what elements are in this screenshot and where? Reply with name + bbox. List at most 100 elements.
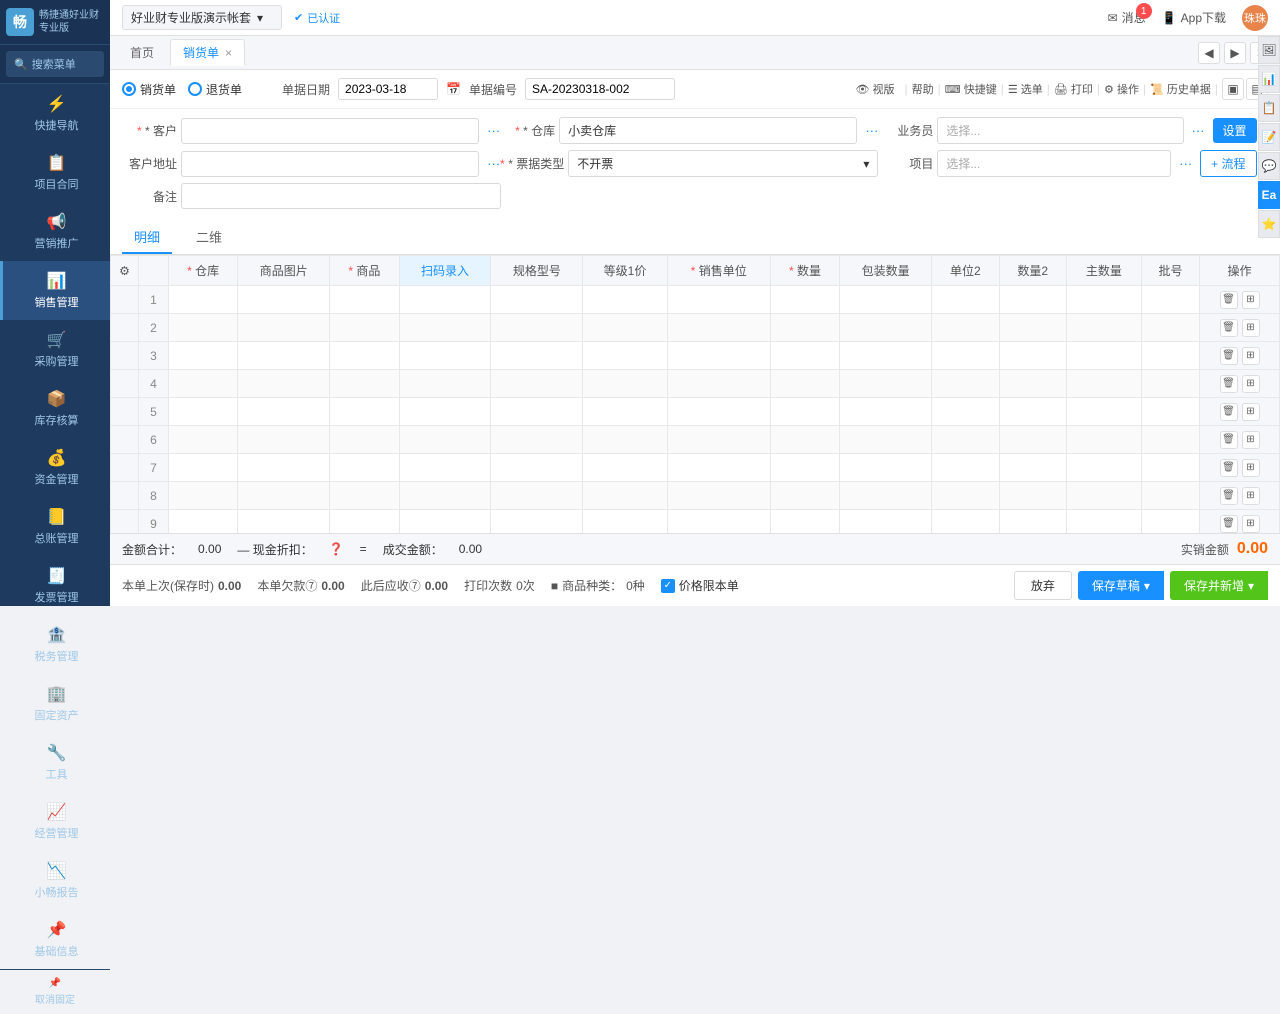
row-price1-2[interactable] [583, 314, 667, 342]
row-main-qty-9[interactable] [1066, 510, 1141, 534]
right-panel-btn-7[interactable]: ⭐ [1258, 210, 1280, 238]
view-button[interactable]: 视版 [849, 79, 900, 99]
price-check-checkbox[interactable]: ✓ [661, 579, 675, 593]
save-draft-button[interactable]: 保存草稿 ▾ [1078, 571, 1164, 600]
row-batch-2[interactable] [1141, 314, 1199, 342]
row-quantity-6[interactable] [770, 426, 839, 454]
row-sale-unit-2[interactable] [667, 314, 770, 342]
row-price1-4[interactable] [583, 370, 667, 398]
row-pack-qty-1[interactable] [840, 286, 932, 314]
right-panel-btn-4[interactable]: 📝 [1258, 123, 1280, 151]
sidebar-item-purchase[interactable]: 🛒 采购管理 [0, 320, 110, 379]
right-panel-btn-3[interactable]: 📋 [1258, 94, 1280, 122]
sidebar-item-tax[interactable]: 🏦 税务管理 [0, 615, 110, 674]
col-batch-entry[interactable]: 扫码录入 [399, 256, 491, 286]
row-pack-qty-3[interactable] [840, 342, 932, 370]
row-unit2-7[interactable] [932, 454, 999, 482]
delete-icon-8[interactable]: 🗑 [1220, 487, 1238, 505]
row-warehouse-7[interactable] [169, 454, 238, 482]
row-quantity-7[interactable] [770, 454, 839, 482]
row-price1-6[interactable] [583, 426, 667, 454]
row-unit2-2[interactable] [932, 314, 999, 342]
row-batch-entry-1[interactable] [399, 286, 491, 314]
row-batch-7[interactable] [1141, 454, 1199, 482]
radio-return-order[interactable]: 退货单 [188, 81, 242, 98]
staff-input[interactable]: 选择... [937, 117, 1183, 144]
row-qty2-1[interactable] [999, 286, 1066, 314]
row-quantity-9[interactable] [770, 510, 839, 534]
row-unit2-5[interactable] [932, 398, 999, 426]
row-quantity-1[interactable] [770, 286, 839, 314]
row-spec-1[interactable] [491, 286, 583, 314]
copy-icon-2[interactable]: ⊞ [1242, 319, 1260, 337]
col-product[interactable]: * 商品 [330, 256, 399, 286]
sidebar-item-basics[interactable]: 📌 基础信息 [0, 910, 110, 969]
row-main-qty-6[interactable] [1066, 426, 1141, 454]
row-warehouse-3[interactable] [169, 342, 238, 370]
col-price1[interactable]: 等级1价 [583, 256, 667, 286]
row-spec-5[interactable] [491, 398, 583, 426]
row-warehouse-8[interactable] [169, 482, 238, 510]
price-check-item[interactable]: ✓ 价格限本单 [661, 577, 739, 594]
row-spec-8[interactable] [491, 482, 583, 510]
row-product-img-3[interactable] [238, 342, 330, 370]
row-batch-entry-3[interactable] [399, 342, 491, 370]
sidebar-cancel-fixed[interactable]: 📌 取消固定 [0, 970, 110, 1014]
row-pack-qty-5[interactable] [840, 398, 932, 426]
row-product-img-4[interactable] [238, 370, 330, 398]
sidebar-item-quick-nav[interactable]: ⚡ 快捷导航 [0, 84, 110, 143]
warehouse-dots-button[interactable]: ··· [865, 123, 878, 138]
row-pack-qty-7[interactable] [840, 454, 932, 482]
row-product-img-5[interactable] [238, 398, 330, 426]
row-spec-7[interactable] [491, 454, 583, 482]
sidebar-item-operations[interactable]: 📈 经营管理 [0, 792, 110, 851]
row-price1-5[interactable] [583, 398, 667, 426]
sidebar-item-tools[interactable]: 🔧 工具 [0, 733, 110, 792]
delete-icon-9[interactable]: 🗑 [1220, 515, 1238, 533]
row-batch-8[interactable] [1141, 482, 1199, 510]
row-product-7[interactable] [330, 454, 399, 482]
row-batch-5[interactable] [1141, 398, 1199, 426]
row-batch-entry-6[interactable] [399, 426, 491, 454]
company-selector[interactable]: 好业财专业版演示帐套 ▾ [122, 5, 282, 30]
row-batch-entry-5[interactable] [399, 398, 491, 426]
row-unit2-9[interactable] [932, 510, 999, 534]
row-unit2-1[interactable] [932, 286, 999, 314]
row-quantity-3[interactable] [770, 342, 839, 370]
project-dots-button[interactable]: ··· [1179, 156, 1192, 171]
row-warehouse-2[interactable] [169, 314, 238, 342]
row-quantity-8[interactable] [770, 482, 839, 510]
tab-sale-order[interactable]: 销货单 × [170, 39, 245, 66]
row-batch-entry-4[interactable] [399, 370, 491, 398]
row-product-2[interactable] [330, 314, 399, 342]
settings-button[interactable]: 设置 [1213, 118, 1257, 143]
app-download-button[interactable]: 📱 App下载 [1162, 9, 1226, 26]
row-sale-unit-4[interactable] [667, 370, 770, 398]
row-pack-qty-2[interactable] [840, 314, 932, 342]
row-product-img-7[interactable] [238, 454, 330, 482]
delete-icon-1[interactable]: 🗑 [1220, 291, 1238, 309]
row-qty2-6[interactable] [999, 426, 1066, 454]
save-new-button[interactable]: 保存并新增 ▾ [1170, 571, 1268, 600]
doc-date-input[interactable] [338, 78, 438, 100]
sidebar-item-project[interactable]: 📋 项目合同 [0, 143, 110, 202]
shortcut-button[interactable]: ⌨ 快捷键 [945, 81, 997, 97]
row-qty2-2[interactable] [999, 314, 1066, 342]
copy-icon-5[interactable]: ⊞ [1242, 403, 1260, 421]
row-qty2-3[interactable] [999, 342, 1066, 370]
col-warehouse[interactable]: * 仓库 [169, 256, 238, 286]
row-warehouse-4[interactable] [169, 370, 238, 398]
row-sale-unit-7[interactable] [667, 454, 770, 482]
user-avatar[interactable]: 珠珠 [1242, 5, 1268, 31]
delete-icon-3[interactable]: 🗑 [1220, 347, 1238, 365]
row-batch-9[interactable] [1141, 510, 1199, 534]
row-sale-unit-8[interactable] [667, 482, 770, 510]
project-input[interactable]: 选择... [937, 150, 1171, 177]
row-sale-unit-1[interactable] [667, 286, 770, 314]
row-quantity-2[interactable] [770, 314, 839, 342]
radio-sale-order[interactable]: 销货单 [122, 81, 176, 98]
delete-icon-7[interactable]: 🗑 [1220, 459, 1238, 477]
print-button[interactable]: 🖨 打印 [1054, 81, 1093, 97]
invoice-select[interactable]: 不开票 ▾ [568, 150, 878, 177]
calendar-icon[interactable]: 📅 [446, 82, 461, 96]
